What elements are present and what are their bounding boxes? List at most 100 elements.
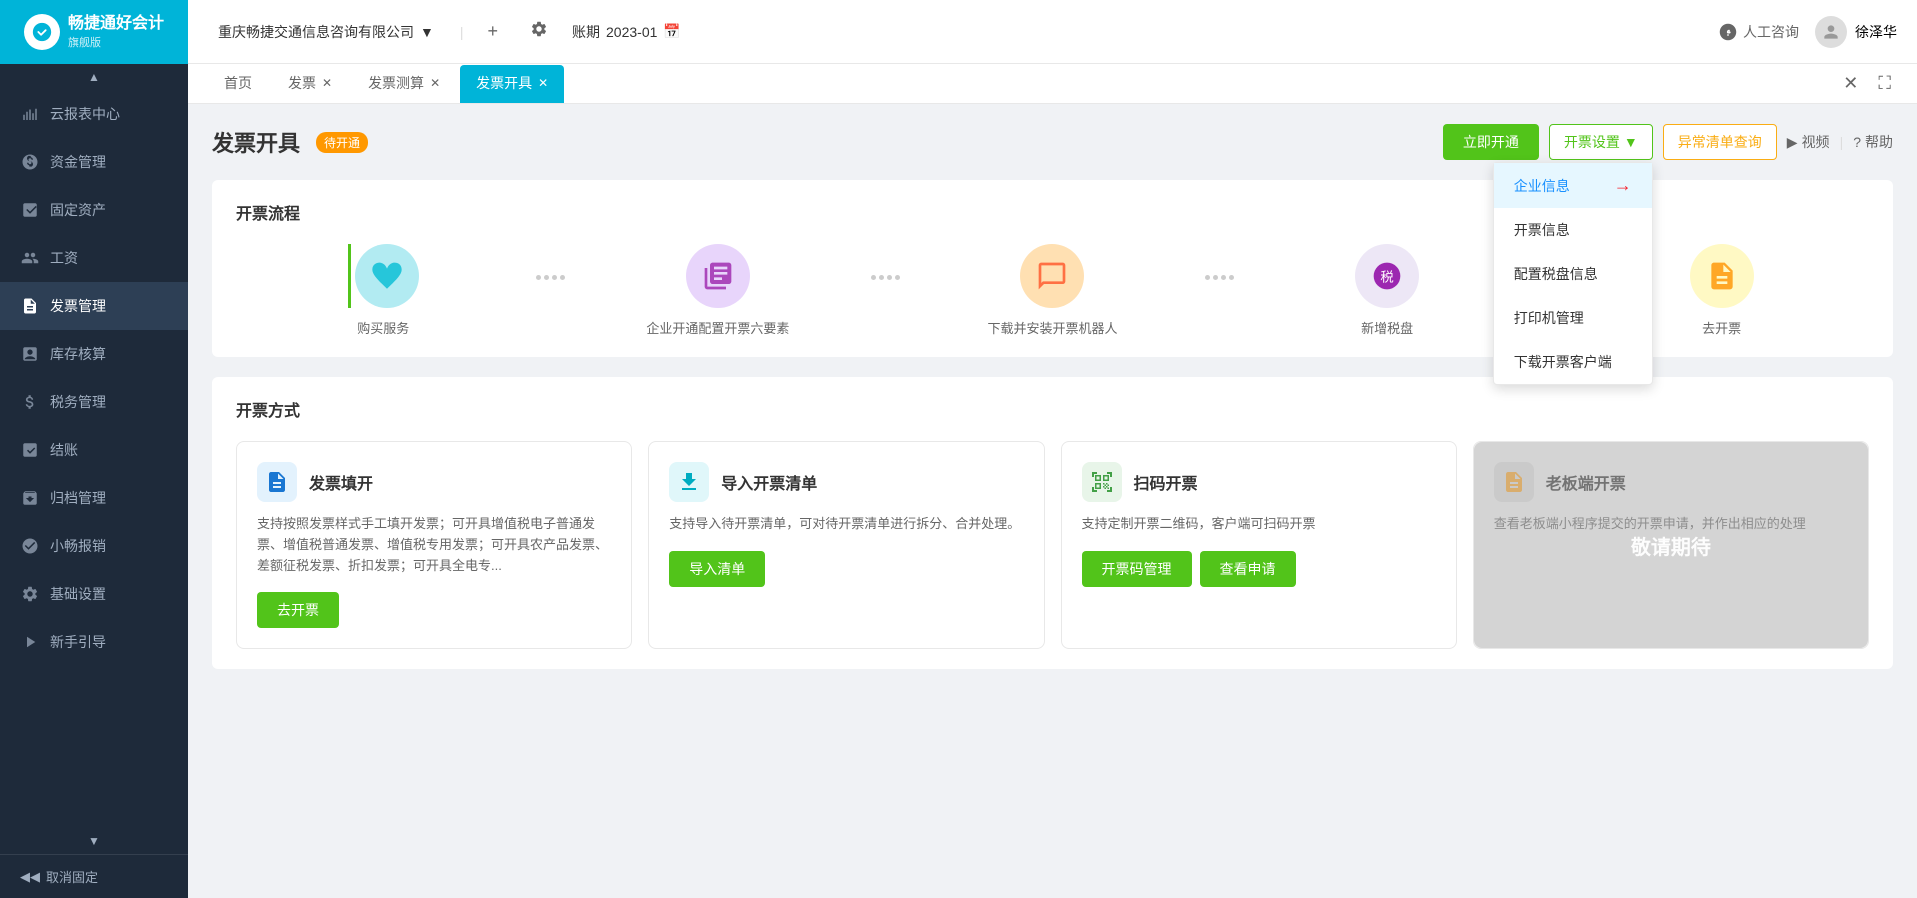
video-button[interactable]: ▶ 视频 — [1787, 132, 1830, 152]
sidebar-label: 基础设置 — [50, 584, 106, 604]
sidebar-item-fund[interactable]: 资金管理 — [0, 138, 188, 186]
inventory-icon — [20, 344, 40, 364]
card-overlay: 敬请期待 — [1474, 442, 1868, 648]
asset-icon — [20, 200, 40, 220]
dropdown-item-download[interactable]: 下载开票客户端 — [1494, 340, 1652, 384]
close-icon[interactable]: ✕ — [538, 76, 548, 90]
svg-text:税: 税 — [1380, 269, 1393, 284]
dropdown-item-invoice-info[interactable]: 开票信息 — [1494, 208, 1652, 252]
sidebar-label: 税务管理 — [50, 392, 106, 412]
settings-button[interactable] — [522, 16, 556, 47]
red-arrow-icon: → — [1614, 175, 1632, 196]
sidebar-item-asset[interactable]: 固定资产 — [0, 186, 188, 234]
chevron-down-icon: ▼ — [1624, 134, 1638, 150]
card-icon-scan — [1082, 462, 1122, 502]
invoice-settings-container: 开票设置 ▼ 企业信息 → 开票信息 配置税盘信息 — [1549, 124, 1653, 160]
step-icon-4: 税 — [1355, 244, 1419, 308]
sidebar-item-archive[interactable]: 归档管理 — [0, 474, 188, 522]
activate-button[interactable]: 立即开通 — [1443, 124, 1539, 160]
collapse-label: 取消固定 — [46, 867, 98, 886]
tab-controls: ✕ ⛶ — [1837, 71, 1897, 96]
question-icon: ? — [1853, 134, 1861, 150]
overlay-text: 敬请期待 — [1631, 531, 1711, 560]
sidebar-item-payroll[interactable]: 工资 — [0, 234, 188, 282]
tab-invoice[interactable]: 发票 ✕ — [272, 65, 348, 103]
invoice-settings-dropdown: 企业信息 → 开票信息 配置税盘信息 打印机管理 下 — [1493, 162, 1653, 385]
fullscreen-button[interactable]: ⛶ — [1872, 71, 1897, 96]
avatar — [1815, 16, 1847, 48]
card-header: 导入开票清单 — [669, 462, 1023, 502]
step-label-3: 下载并安装开票机器人 — [987, 318, 1117, 337]
process-step-4: 税 新增税盘 — [1240, 244, 1535, 337]
tab-invoice-issue[interactable]: 发票开具 ✕ — [460, 65, 564, 103]
close-icon[interactable]: ✕ — [430, 76, 440, 90]
item-label: 开票信息 — [1514, 220, 1570, 240]
qr-manage-button[interactable]: 开票码管理 — [1082, 551, 1192, 587]
close-tab-button[interactable]: ✕ — [1837, 71, 1864, 96]
archive-icon — [20, 488, 40, 508]
exception-list-button[interactable]: 异常清单查询 — [1663, 124, 1777, 160]
sidebar-collapse[interactable]: ◀◀ 取消固定 — [0, 854, 188, 898]
company-name: 重庆畅捷交通信息咨询有限公司 — [218, 22, 414, 42]
sidebar-item-tax[interactable]: 税务管理 — [0, 378, 188, 426]
support-button[interactable]: 人工咨询 — [1719, 22, 1799, 42]
sidebar-label: 归档管理 — [50, 488, 106, 508]
sidebar-item-checkout[interactable]: 结账 — [0, 426, 188, 474]
tab-home[interactable]: 首页 — [208, 65, 268, 103]
card-icon-fill — [257, 462, 297, 502]
sidebar-item-invoice[interactable]: 发票管理 — [0, 282, 188, 330]
sidebar-item-inventory[interactable]: 库存核算 — [0, 330, 188, 378]
tab-label: 发票测算 — [368, 73, 424, 93]
period-label-text: 账期 — [572, 22, 600, 42]
app-edition: 旗舰版 — [68, 34, 164, 50]
period-value: 2023-01 — [606, 24, 657, 40]
user-info[interactable]: 徐泽华 — [1815, 16, 1897, 48]
scroll-up[interactable]: ▲ — [0, 64, 188, 90]
card-title: 发票填开 — [309, 470, 373, 494]
process-step-3: 下载并安装开票机器人 — [905, 244, 1200, 337]
sidebar-item-cloud-report[interactable]: 云报表中心 — [0, 90, 188, 138]
card-header: 扫码开票 — [1082, 462, 1436, 502]
add-button[interactable]: + — [480, 17, 507, 46]
tab-estimate[interactable]: 发票测算 ✕ — [352, 65, 456, 103]
support-label: 人工咨询 — [1743, 22, 1799, 42]
item-label: 打印机管理 — [1514, 308, 1584, 328]
invoice-settings-button[interactable]: 开票设置 ▼ — [1549, 124, 1653, 160]
app-name: 畅捷通好会计 — [68, 14, 164, 33]
title-actions: 立即开通 开票设置 ▼ 企业信息 → 开票信息 — [1443, 124, 1893, 160]
fund-icon — [20, 152, 40, 172]
card-desc: 支持按照发票样式手工填开发票；可开具增值税电子普通发票、增值税普通发票、增值税专… — [257, 514, 611, 576]
btn-label: 帮助 — [1865, 132, 1893, 152]
tab-label: 发票开具 — [476, 73, 532, 93]
sidebar-item-report[interactable]: 小畅报销 — [0, 522, 188, 570]
guide-icon — [20, 632, 40, 652]
chevron-down-icon: ▼ — [420, 24, 434, 40]
import-list-button[interactable]: 导入清单 — [669, 551, 765, 587]
fill-invoice-button[interactable]: 去开票 — [257, 592, 339, 628]
page-title-row: 发票开具 待开通 立即开通 开票设置 ▼ 企业信息 → — [212, 124, 1893, 160]
sidebar-item-guide[interactable]: 新手引导 — [0, 618, 188, 666]
billing-section: 开票方式 发票填开 支持按照发票样式手工填开发票；可开具增值税电子普通发票、增值… — [212, 377, 1893, 669]
dropdown-item-printer[interactable]: 打印机管理 — [1494, 296, 1652, 340]
sidebar-item-settings[interactable]: 基础设置 — [0, 570, 188, 618]
logo-icon — [24, 14, 60, 50]
step-label-1: 购买服务 — [357, 318, 409, 337]
close-icon[interactable]: ✕ — [322, 76, 332, 90]
view-apply-button[interactable]: 查看申请 — [1200, 551, 1296, 587]
dropdown-item-tax-config[interactable]: 配置税盘信息 — [1494, 252, 1652, 296]
invoice-icon — [20, 296, 40, 316]
card-desc: 支持导入待开票清单，可对待开票清单进行拆分、合并处理。 — [669, 514, 1023, 535]
company-selector[interactable]: 重庆畅捷交通信息咨询有限公司 ▼ — [208, 16, 444, 48]
collapse-arrow: ◀◀ — [20, 869, 40, 885]
item-label: 下载开票客户端 — [1514, 352, 1612, 372]
dropdown-item-company[interactable]: 企业信息 → — [1494, 163, 1652, 208]
billing-methods-grid: 发票填开 支持按照发票样式手工填开发票；可开具增值税电子普通发票、增值税普通发票… — [236, 441, 1869, 649]
billing-section-title: 开票方式 — [236, 397, 1869, 421]
step-icon-5 — [1690, 244, 1754, 308]
scroll-down[interactable]: ▼ — [0, 828, 188, 854]
card-desc: 支持定制开票二维码，客户端可扫码开票 — [1082, 514, 1436, 535]
card-header: 发票填开 — [257, 462, 611, 502]
page-title: 发票开具 — [212, 126, 300, 158]
item-label: 企业信息 — [1514, 176, 1570, 196]
help-button[interactable]: ? 帮助 — [1853, 132, 1893, 152]
